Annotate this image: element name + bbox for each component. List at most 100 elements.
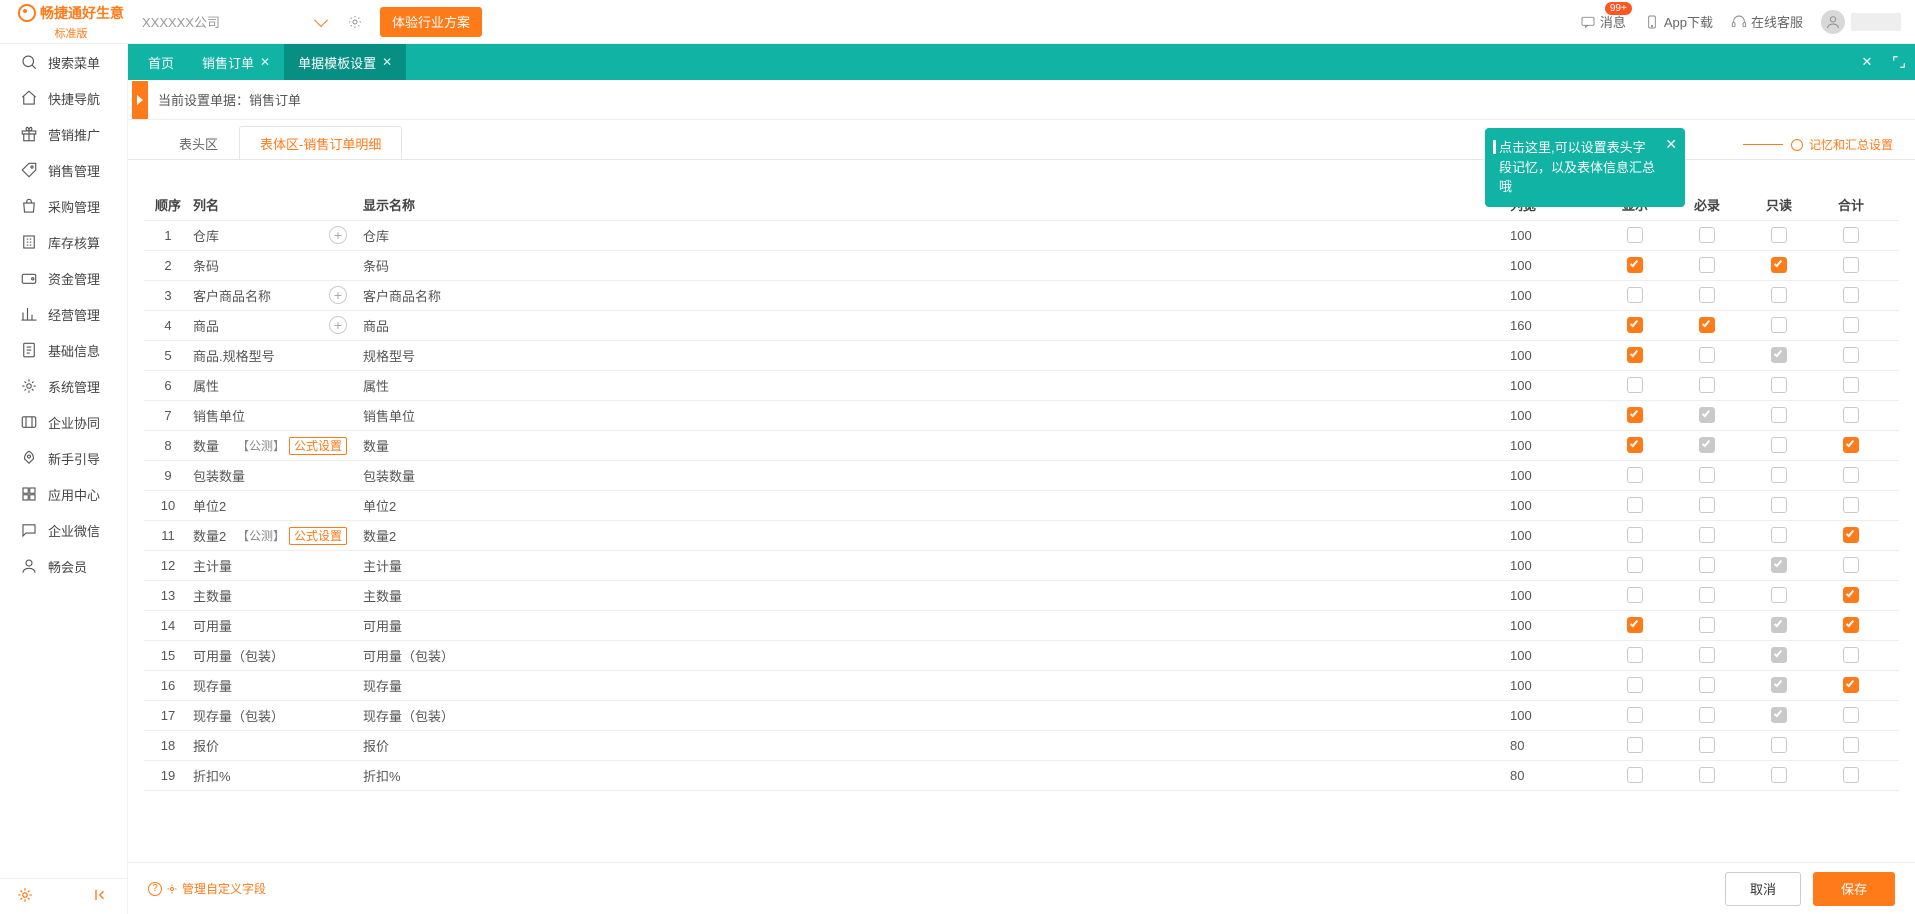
checkbox[interactable] [1627, 557, 1643, 573]
subtab-表体区-销售订单明细[interactable]: 表体区-销售订单明细 [239, 126, 402, 160]
user-avatar[interactable] [1821, 10, 1901, 34]
settings-button[interactable] [344, 11, 366, 33]
cell-width[interactable]: 100 [1509, 520, 1599, 550]
cell-width[interactable]: 100 [1509, 670, 1599, 700]
cell-width[interactable]: 100 [1509, 340, 1599, 370]
cell-width[interactable]: 100 [1509, 280, 1599, 310]
checkbox[interactable] [1627, 677, 1643, 693]
checkbox[interactable] [1627, 227, 1643, 243]
messages-link[interactable]: 消息 99+ [1580, 12, 1626, 31]
checkbox[interactable] [1771, 437, 1787, 453]
checkbox[interactable] [1771, 497, 1787, 513]
sidebar-item-business[interactable]: 经营管理 [0, 296, 127, 332]
checkbox[interactable] [1843, 707, 1859, 723]
cell-width[interactable]: 80 [1509, 730, 1599, 760]
checkbox[interactable] [1699, 677, 1715, 693]
sidebar-item-appstore[interactable]: 应用中心 [0, 476, 127, 512]
sidebar-item-wecom[interactable]: 企业微信 [0, 512, 127, 548]
checkbox[interactable] [1843, 617, 1859, 633]
checkbox[interactable] [1627, 527, 1643, 543]
checkbox[interactable] [1843, 437, 1859, 453]
trial-plan-button[interactable]: 体验行业方案 [380, 7, 482, 37]
sidebar-item-quicknav[interactable]: 快捷导航 [0, 80, 127, 116]
checkbox[interactable] [1771, 227, 1787, 243]
cell-display[interactable]: 条码 [362, 250, 1509, 280]
checkbox[interactable] [1627, 257, 1643, 273]
cell-width[interactable]: 100 [1509, 370, 1599, 400]
checkbox[interactable] [1771, 377, 1787, 393]
sidebar-item-guide[interactable]: 新手引导 [0, 440, 127, 476]
checkbox[interactable] [1627, 377, 1643, 393]
checkbox[interactable] [1771, 407, 1787, 423]
checkbox[interactable] [1771, 317, 1787, 333]
cell-display[interactable]: 可用量 [362, 610, 1509, 640]
checkbox[interactable] [1699, 467, 1715, 483]
checkbox[interactable] [1699, 587, 1715, 603]
checkbox[interactable] [1843, 737, 1859, 753]
tab-单据模板设置[interactable]: 单据模板设置✕ [284, 44, 406, 80]
sidebar-item-basic[interactable]: 基础信息 [0, 332, 127, 368]
tab-销售订单[interactable]: 销售订单✕ [188, 44, 284, 80]
tab-expand-button[interactable] [1883, 44, 1915, 80]
cell-width[interactable]: 80 [1509, 760, 1599, 790]
manage-custom-fields-link[interactable]: ? 管理自定义字段 [148, 880, 266, 897]
checkbox[interactable] [1627, 587, 1643, 603]
checkbox[interactable] [1843, 317, 1859, 333]
checkbox[interactable] [1843, 407, 1859, 423]
checkbox[interactable] [1699, 287, 1715, 303]
checkbox[interactable] [1627, 437, 1643, 453]
subtab-表头区[interactable]: 表头区 [158, 126, 239, 160]
checkbox[interactable] [1771, 737, 1787, 753]
formula-setting-button[interactable]: 公式设置 [289, 527, 347, 545]
checkbox[interactable] [1843, 557, 1859, 573]
checkbox[interactable] [1699, 377, 1715, 393]
checkbox[interactable] [1771, 767, 1787, 783]
add-column-button[interactable]: + [329, 226, 347, 244]
checkbox[interactable] [1627, 737, 1643, 753]
sidebar-item-fund[interactable]: 资金管理 [0, 260, 127, 296]
tab-close-icon[interactable]: ✕ [260, 55, 270, 69]
sidebar-item-collab[interactable]: 企业协同 [0, 404, 127, 440]
panel-collapse-handle[interactable] [132, 81, 148, 119]
cell-width[interactable]: 100 [1509, 400, 1599, 430]
cell-display[interactable]: 报价 [362, 730, 1509, 760]
tab-close-all-button[interactable]: ✕ [1851, 44, 1883, 80]
save-button[interactable]: 保存 [1813, 872, 1895, 906]
checkbox[interactable] [1843, 467, 1859, 483]
tab-首页[interactable]: 首页 [134, 44, 188, 80]
checkbox[interactable] [1699, 707, 1715, 723]
cell-display[interactable]: 属性 [362, 370, 1509, 400]
checkbox[interactable] [1843, 227, 1859, 243]
checkbox[interactable] [1843, 767, 1859, 783]
checkbox[interactable] [1771, 287, 1787, 303]
checkbox[interactable] [1843, 647, 1859, 663]
checkbox[interactable] [1627, 467, 1643, 483]
checkbox[interactable] [1627, 647, 1643, 663]
add-column-button[interactable]: + [329, 316, 347, 334]
cell-width[interactable]: 100 [1509, 490, 1599, 520]
checkbox[interactable] [1843, 257, 1859, 273]
checkbox[interactable] [1627, 347, 1643, 363]
sidebar-item-member[interactable]: 畅会员 [0, 548, 127, 584]
checkbox[interactable] [1699, 557, 1715, 573]
checkbox[interactable] [1699, 257, 1715, 273]
cell-width[interactable]: 160 [1509, 310, 1599, 340]
checkbox[interactable] [1627, 287, 1643, 303]
add-column-button[interactable]: + [329, 286, 347, 304]
checkbox[interactable] [1843, 287, 1859, 303]
cell-width[interactable]: 100 [1509, 460, 1599, 490]
checkbox[interactable] [1699, 347, 1715, 363]
checkbox[interactable] [1699, 497, 1715, 513]
checkbox[interactable] [1699, 767, 1715, 783]
tooltip-close-button[interactable]: ✕ [1665, 134, 1677, 155]
company-select[interactable]: XXXXXX公司 [134, 7, 334, 37]
cell-width[interactable]: 100 [1509, 610, 1599, 640]
cell-width[interactable]: 100 [1509, 250, 1599, 280]
checkbox[interactable] [1843, 377, 1859, 393]
cell-display[interactable]: 销售单位 [362, 400, 1509, 430]
checkbox[interactable] [1771, 257, 1787, 273]
cell-display[interactable]: 商品 [362, 310, 1509, 340]
sidebar-settings-button[interactable] [16, 886, 34, 907]
cell-width[interactable]: 100 [1509, 580, 1599, 610]
cell-width[interactable]: 100 [1509, 640, 1599, 670]
